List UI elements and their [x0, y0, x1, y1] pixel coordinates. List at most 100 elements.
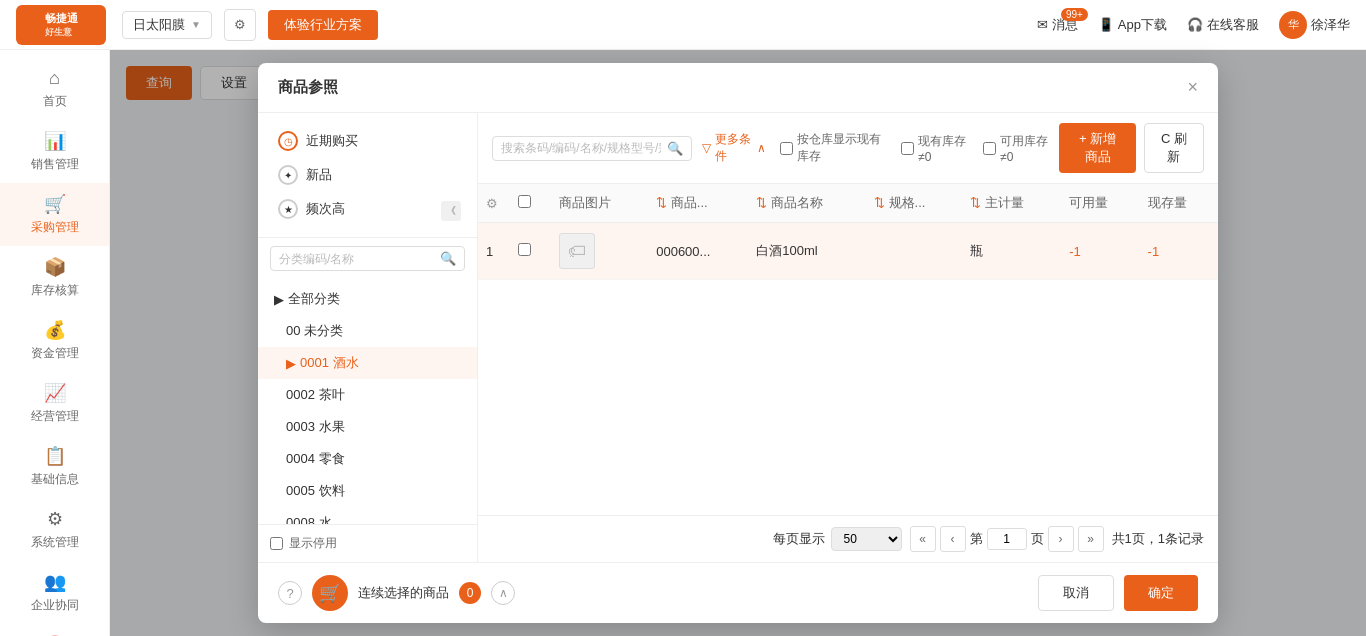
category-all-label: 全部分类 [288, 290, 340, 308]
col-image: 商品图片 [551, 184, 648, 223]
settings-gear-button[interactable]: ⚙ [224, 9, 256, 41]
product-search-input[interactable] [501, 141, 661, 155]
sidebar-item-home[interactable]: ⌂ 首页 [0, 58, 109, 120]
more-filter-button[interactable]: ▽ 更多条件 ∧ [702, 131, 766, 165]
row-code: 000600... [656, 244, 710, 259]
sidebar-item-sales[interactable]: 📊 销售管理 [0, 120, 109, 183]
col-spec[interactable]: ⇅ 规格... [866, 184, 962, 223]
footer-left: ? 🛒 连续选择的商品 0 ∧ [278, 575, 515, 611]
category-tea-label: 0002 茶叶 [286, 386, 345, 404]
app-download-button[interactable]: 📱 App下载 [1098, 16, 1167, 34]
message-badge: 99+ [1061, 8, 1088, 21]
col-spec-label: 规格... [889, 195, 926, 210]
recent-purchase-item[interactable]: ◷ 近期购买 [270, 125, 437, 157]
category-drink-label: 0005 饮料 [286, 482, 345, 500]
page-prev-button[interactable]: ‹ [940, 526, 966, 552]
category-snack-label: 0004 零食 [286, 450, 345, 468]
category-all[interactable]: ▶ 全部分类 [258, 283, 477, 315]
sidebar-item-basic[interactable]: 📋 基础信息 [0, 435, 109, 498]
sidebar-item-finance[interactable]: 💰 资金管理 [0, 309, 109, 372]
help-button[interactable]: ? [278, 581, 302, 605]
service-label: 在线客服 [1207, 16, 1259, 34]
cancel-button[interactable]: 取消 [1038, 575, 1114, 611]
by-warehouse-checkbox-label[interactable]: 按仓库显示现有库存 [780, 131, 886, 165]
category-water-label: 0008 水 [286, 514, 332, 524]
right-panel: 🔍 ▽ 更多条件 ∧ 按仓库显示现有库存 [478, 113, 1218, 562]
category-tea[interactable]: 0002 茶叶 [258, 379, 477, 411]
sidebar-item-purchase[interactable]: 🛒 采购管理 [0, 183, 109, 246]
category-liquor[interactable]: ▶ 0001 酒水 [258, 347, 477, 379]
product-table: ⚙ 商品图片 [478, 184, 1218, 280]
category-uncategorized[interactable]: 00 未分类 [258, 315, 477, 347]
add-product-button[interactable]: + 新增商品 [1059, 123, 1136, 173]
confirm-button[interactable]: 确定 [1124, 575, 1198, 611]
messages-button[interactable]: ✉ 消息 99+ [1037, 16, 1078, 34]
usable-not-zero-checkbox[interactable] [983, 142, 996, 155]
service-icon: 🎧 [1187, 17, 1203, 32]
filter-checkboxes: 按仓库显示现有库存 现有库存≠0 可用库存≠0 [780, 131, 1050, 165]
user-menu[interactable]: 华 徐泽华 [1279, 11, 1350, 39]
modal-footer: ? 🛒 连续选择的商品 0 ∧ 取消 确定 [258, 562, 1218, 623]
star-icon: ★ [278, 199, 298, 219]
footer-collapse-button[interactable]: ∧ [491, 581, 515, 605]
high-frequency-item[interactable]: ★ 频次高 [270, 193, 437, 225]
category-search-box: 🔍 [270, 246, 465, 271]
sidebar-item-business-label: 经营管理 [31, 408, 79, 425]
user-name: 徐泽华 [1311, 16, 1350, 34]
by-warehouse-checkbox[interactable] [780, 142, 793, 155]
left-panel-collapse-button[interactable]: 《 [441, 201, 461, 221]
business-icon: 📈 [44, 382, 66, 404]
category-search-input[interactable] [279, 252, 434, 266]
recent-purchase-label: 近期购买 [306, 132, 358, 150]
cart-button[interactable]: 🛒 [312, 575, 348, 611]
sidebar-item-guide[interactable]: 🎯 新手引导 [0, 624, 109, 636]
row-checkbox[interactable] [518, 243, 531, 256]
col-name[interactable]: ⇅ 商品名称 [748, 184, 866, 223]
available-not-zero-checkbox[interactable] [901, 142, 914, 155]
sidebar-item-system[interactable]: ⚙ 系统管理 [0, 498, 109, 561]
clock-icon: ◷ [278, 131, 298, 151]
category-liquor-arrow: ▶ [286, 356, 296, 371]
new-icon: ✦ [278, 165, 298, 185]
experience-button[interactable]: 体验行业方案 [268, 10, 378, 40]
product-search-icon[interactable]: 🔍 [667, 141, 683, 156]
refresh-button[interactable]: C 刷新 [1144, 123, 1204, 173]
store-dropdown[interactable]: 日太阳膜 ▼ [122, 11, 212, 39]
col-unit[interactable]: ⇅ 主计量 [962, 184, 1061, 223]
per-page-dropdown[interactable]: 10 20 50 100 [831, 527, 902, 551]
sidebar-item-business[interactable]: 📈 经营管理 [0, 372, 109, 435]
modal-close-button[interactable]: × [1187, 77, 1198, 98]
more-filter-label: 更多条件 [715, 131, 753, 165]
page-next-button[interactable]: › [1048, 526, 1074, 552]
available-not-zero-checkbox-label[interactable]: 现有库存≠0 [901, 133, 967, 164]
filter-collapse-icon: ∧ [757, 141, 766, 155]
page-navigation: « ‹ 第 页 › » [910, 526, 1104, 552]
new-product-item[interactable]: ✦ 新品 [270, 159, 437, 191]
page-last-button[interactable]: » [1078, 526, 1104, 552]
col-stock: 现存量 [1140, 184, 1218, 223]
col-code[interactable]: ⇅ 商品... [648, 184, 748, 223]
row-available: -1 [1069, 244, 1081, 259]
row-seq: 1 [478, 223, 510, 280]
online-service-button[interactable]: 🎧 在线客服 [1187, 16, 1259, 34]
usable-not-zero-checkbox-label[interactable]: 可用库存≠0 [983, 133, 1049, 164]
table-row[interactable]: 1 🏷 000600... [478, 223, 1218, 280]
basic-icon: 📋 [44, 445, 66, 467]
col-settings-icon[interactable]: ⚙ [486, 196, 498, 211]
category-snack[interactable]: 0004 零食 [258, 443, 477, 475]
category-water[interactable]: 0008 水 [258, 507, 477, 524]
page-first-button[interactable]: « [910, 526, 936, 552]
show-disabled-checkbox[interactable] [270, 537, 283, 550]
sidebar-item-corp[interactable]: 👥 企业协同 [0, 561, 109, 624]
sidebar-item-inventory[interactable]: 📦 库存核算 [0, 246, 109, 309]
category-drink[interactable]: 0005 饮料 [258, 475, 477, 507]
select-all-checkbox[interactable] [518, 195, 531, 208]
table-header-row: ⚙ 商品图片 [478, 184, 1218, 223]
product-reference-modal: 商品参照 × ◷ 近期购买 [258, 63, 1218, 623]
usable-not-zero-label: 可用库存≠0 [1000, 133, 1049, 164]
message-icon: ✉ [1037, 17, 1048, 32]
continuous-select-label: 连续选择的商品 [358, 584, 449, 602]
category-search-icon[interactable]: 🔍 [440, 251, 456, 266]
page-input[interactable] [987, 528, 1027, 550]
category-fruit[interactable]: 0003 水果 [258, 411, 477, 443]
